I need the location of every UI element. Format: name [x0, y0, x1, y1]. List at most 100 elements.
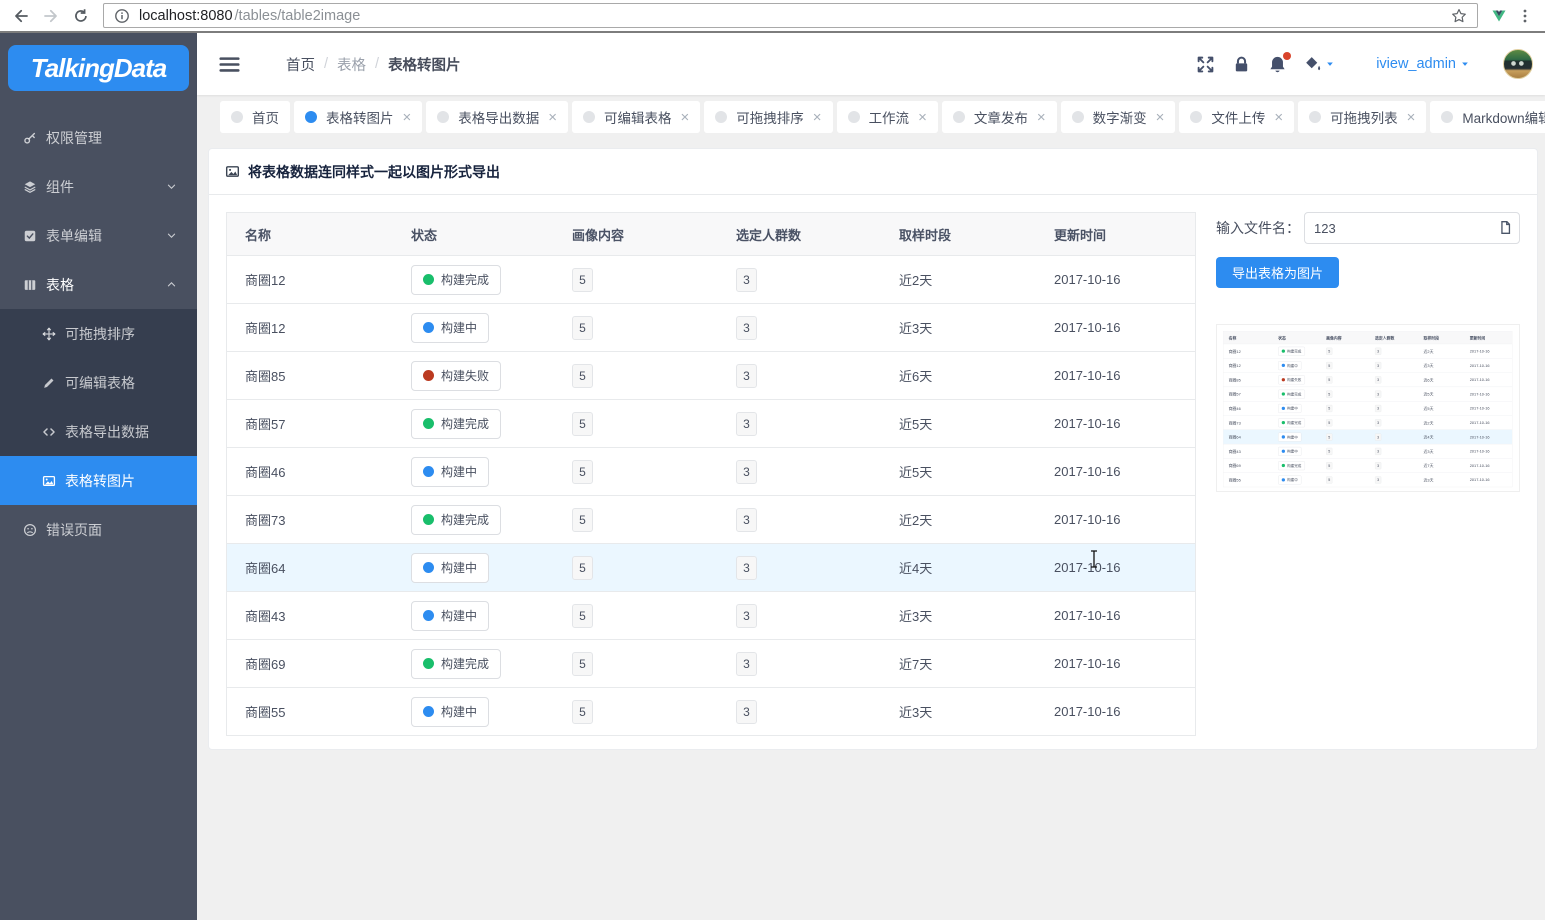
close-icon[interactable]: ×	[918, 110, 927, 125]
forward-arrow-icon[interactable]	[38, 3, 64, 29]
sidebar-item-tables[interactable]: 表格	[0, 260, 197, 309]
sidebar-item-label: 可编辑表格	[65, 374, 135, 391]
info-icon[interactable]	[114, 8, 130, 24]
filename-input[interactable]	[1304, 212, 1520, 244]
sidebar-item-table-to-image[interactable]: 表格转图片	[0, 456, 197, 505]
table-row: 商圈46 构建中 5 3 近5天 2017-10-16	[227, 447, 1195, 495]
preview-cell-people: 3	[1370, 433, 1419, 441]
preview-portrait-tag: 5	[1326, 476, 1333, 484]
status-button[interactable]: 构建中	[411, 312, 490, 343]
sidebar-item-auth-manage[interactable]: 权限管理	[0, 113, 197, 162]
tab-status-dot	[1441, 111, 1454, 123]
cell-period: 近2天	[899, 513, 933, 528]
column-header: 画像内容	[572, 227, 625, 243]
preview-status-label: 构建完成	[1287, 420, 1302, 425]
avatar[interactable]	[1503, 49, 1533, 79]
cell-period: 近3天	[899, 321, 933, 336]
preview-status-dot	[1281, 392, 1285, 396]
tab-table2image[interactable]: 表格转图片 ×	[294, 101, 423, 133]
close-icon[interactable]: ×	[1274, 110, 1283, 125]
cell-portrait: 5	[554, 507, 718, 532]
preview-cell-status: 构建完成	[1273, 418, 1321, 428]
hamburger-menu-icon[interactable]	[218, 53, 241, 76]
tab-file-upload[interactable]: 文件上传 ×	[1179, 101, 1295, 133]
sidebar-item-drag-sort[interactable]: 可拖拽排序	[0, 309, 197, 358]
vue-devtools-icon[interactable]	[1491, 8, 1507, 24]
tab-label: 可编辑表格	[604, 111, 672, 126]
portrait-tag: 5	[572, 363, 593, 388]
tab-markdown-editor[interactable]: Markdown编辑器×	[1430, 101, 1545, 133]
preview-cell-portrait: 5	[1321, 433, 1370, 441]
refresh-icon[interactable]	[68, 3, 94, 29]
status-button[interactable]: 构建中	[411, 552, 490, 583]
preview-cell-period: 近4天	[1423, 435, 1434, 440]
status-button[interactable]: 构建完成	[411, 504, 502, 535]
sidebar-item-components[interactable]: 组件	[0, 162, 197, 211]
cell-update-time: 2017-10-16	[1054, 608, 1121, 623]
back-arrow-icon[interactable]	[8, 3, 34, 29]
theme-switcher[interactable]	[1304, 55, 1335, 74]
sidebar-item-table-export-data[interactable]: 表格导出数据	[0, 407, 197, 456]
sidebar-item-editable-table[interactable]: 可编辑表格	[0, 358, 197, 407]
fullscreen-icon[interactable]	[1196, 55, 1215, 74]
layers-icon	[23, 180, 37, 194]
close-icon[interactable]: ×	[813, 110, 822, 125]
tab-number-gradient[interactable]: 数字渐变 ×	[1060, 101, 1176, 133]
preview-cell-status: 构建中	[1273, 403, 1321, 413]
browser-menu-dots-icon[interactable]	[1517, 8, 1533, 24]
status-dot	[423, 418, 434, 429]
tab-drag-sort[interactable]: 可拖拽排序 ×	[704, 101, 833, 133]
cell-name: 商圈57	[245, 417, 286, 432]
preview-cell-portrait: 5	[1321, 361, 1370, 369]
preview-table-row: 商圈55 构建中 5 3 近3天 2017-10-16	[1223, 472, 1513, 487]
status-button[interactable]: 构建中	[411, 456, 490, 487]
preview-status-dot	[1281, 420, 1285, 425]
cell-portrait: 5	[554, 555, 718, 580]
sidebar-item-error-page[interactable]: 错误页面	[0, 505, 197, 554]
close-icon[interactable]: ×	[403, 110, 412, 125]
preview-cell-portrait: 5	[1321, 404, 1370, 412]
preview-portrait-tag: 5	[1326, 390, 1333, 398]
preview-status-button: 构建完成	[1278, 346, 1305, 356]
close-icon[interactable]: ×	[1407, 110, 1416, 125]
preview-status-dot	[1281, 378, 1285, 382]
app-logo[interactable]: TalkingData	[8, 45, 189, 91]
close-icon[interactable]: ×	[1037, 110, 1046, 125]
close-icon[interactable]: ×	[1156, 110, 1165, 125]
tab-editable-table[interactable]: 可编辑表格 ×	[572, 101, 701, 133]
tab-article-publish[interactable]: 文章发布 ×	[941, 101, 1057, 133]
breadcrumb-tables[interactable]: 表格	[337, 54, 366, 75]
tab-table-export-data[interactable]: 表格导出数据 ×	[426, 101, 569, 133]
preview-status-label: 构建中	[1287, 435, 1298, 440]
preview-status-label: 构建失败	[1287, 377, 1302, 382]
sidebar-item-label: 组件	[46, 178, 74, 195]
tab-drag-list[interactable]: 可拖拽列表 ×	[1298, 101, 1427, 133]
sidebar: TalkingData 权限管理组件表单编辑 表格 可拖拽排序可编辑表格表格导出数据…	[0, 33, 197, 920]
cell-portrait: 5	[554, 315, 718, 340]
lock-icon[interactable]	[1232, 55, 1251, 74]
breadcrumb-home[interactable]: 首页	[286, 54, 315, 75]
url-bar[interactable]: localhost:8080 /tables/table2image	[103, 3, 1478, 28]
close-icon[interactable]: ×	[548, 110, 557, 125]
preview-cell-people: 3	[1370, 390, 1419, 398]
export-table-button[interactable]: 导出表格为图片	[1216, 257, 1340, 288]
code-icon	[42, 425, 56, 439]
status-button[interactable]: 构建完成	[411, 264, 502, 295]
status-button[interactable]: 构建失败	[411, 360, 502, 391]
status-button[interactable]: 构建完成	[411, 408, 502, 439]
document-icon	[1498, 220, 1513, 235]
user-menu[interactable]: iview_admin	[1376, 56, 1470, 72]
cell-update-time: 2017-10-16	[1054, 560, 1121, 575]
notification-bell-icon[interactable]	[1268, 51, 1292, 74]
close-icon[interactable]: ×	[681, 110, 690, 125]
tab-workflow[interactable]: 工作流 ×	[836, 101, 938, 133]
status-button[interactable]: 构建完成	[411, 648, 502, 679]
main-content: 将表格数据连同样式一起以图片形式导出 名称 状态 画像内容 选定人群数 取样时段 更新时间…	[197, 140, 1545, 920]
tab-home[interactable]: 首页	[220, 101, 290, 133]
status-button[interactable]: 构建中	[411, 696, 490, 727]
status-button[interactable]: 构建中	[411, 600, 490, 631]
bookmark-star-icon[interactable]	[1451, 8, 1467, 24]
preview-status-button: 构建完成	[1278, 418, 1305, 428]
cell-status: 构建中	[393, 312, 554, 343]
sidebar-item-form-edit[interactable]: 表单编辑	[0, 211, 197, 260]
